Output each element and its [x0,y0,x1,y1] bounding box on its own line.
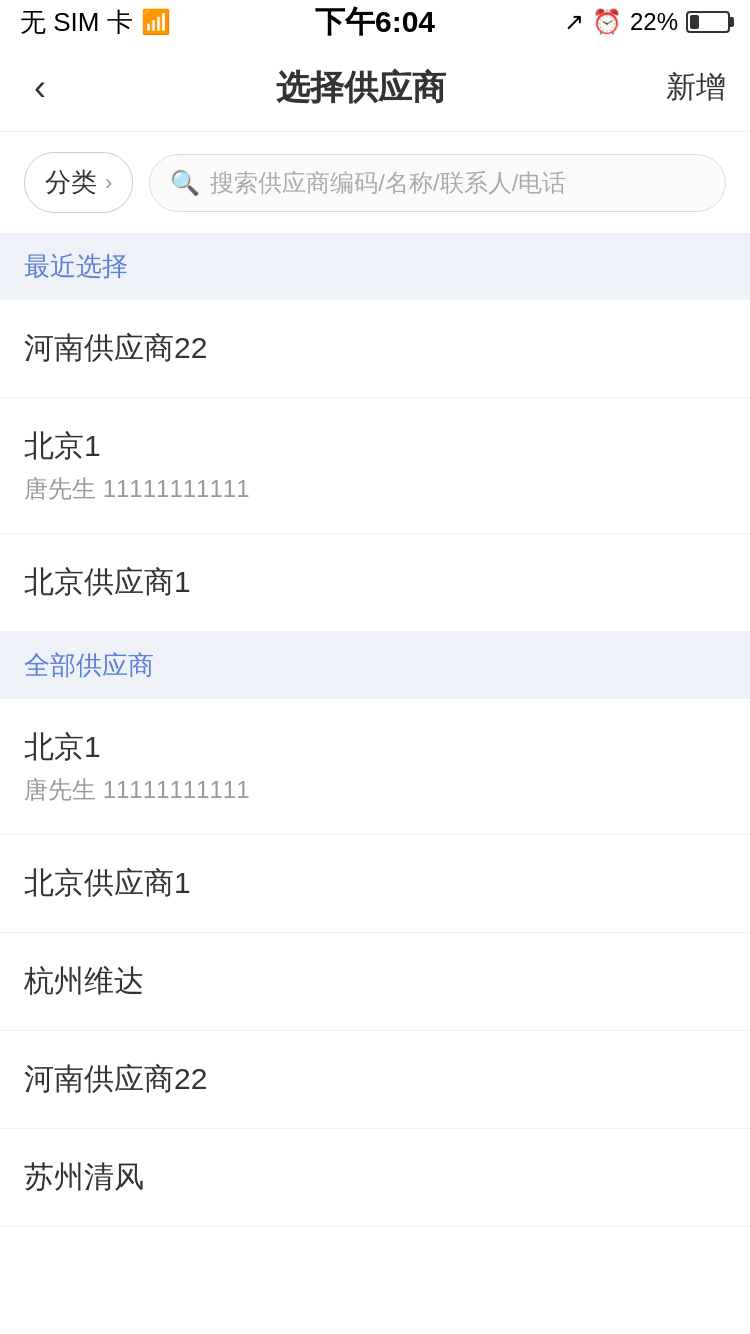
all-section-header: 全部供应商 [0,632,750,699]
page-title: 选择供应商 [276,65,446,111]
list-item[interactable]: 北京1 唐先生 11111111111 [0,398,750,534]
recent-section-header: 最近选择 [0,233,750,300]
nav-bar: ‹ 选择供应商 新增 [0,44,750,132]
item-name: 北京供应商1 [24,863,726,904]
item-name: 北京供应商1 [24,562,726,603]
filter-bar: 分类 › 🔍 搜索供应商编码/名称/联系人/电话 [0,132,750,233]
status-right: ↗ ⏰ 22% [564,8,730,36]
chevron-right-icon: › [105,170,112,196]
recent-label: 最近选择 [24,251,128,281]
item-name: 北京1 [24,727,726,768]
location-icon: ↗ [564,8,584,36]
recent-items-list: 河南供应商22 北京1 唐先生 11111111111 北京供应商1 [0,300,750,632]
search-icon: 🔍 [170,169,200,197]
list-item[interactable]: 河南供应商22 [0,300,750,398]
list-item[interactable]: 苏州清风 [0,1129,750,1227]
back-button[interactable]: ‹ [24,57,56,119]
alarm-icon: ⏰ [592,8,622,36]
list-item[interactable]: 北京供应商1 [0,534,750,632]
category-button[interactable]: 分类 › [24,152,133,213]
all-items-list: 北京1 唐先生 11111111111 北京供应商1 杭州维达河南供应商22 苏州清风 [0,699,750,1227]
item-name: 杭州维达 [24,961,726,1002]
list-item[interactable]: 北京供应商1 [0,835,750,933]
item-detail: 唐先生 11111111111 [24,473,726,505]
list-item[interactable]: 河南供应商22 [0,1031,750,1129]
search-box[interactable]: 🔍 搜索供应商编码/名称/联系人/电话 [149,154,726,212]
list-item[interactable]: 北京1 唐先生 11111111111 [0,699,750,835]
wifi-icon: 📶 [141,8,171,36]
search-placeholder: 搜索供应商编码/名称/联系人/电话 [210,167,566,199]
no-sim-label: 无 SIM 卡 [20,5,133,40]
status-bar: 无 SIM 卡 📶 下午6:04 ↗ ⏰ 22% [0,0,750,44]
add-new-button[interactable]: 新增 [666,67,726,108]
item-name: 苏州清风 [24,1157,726,1198]
item-name: 北京1 [24,426,726,467]
battery-percent: 22% [630,8,678,36]
list-item[interactable]: 杭州维达 [0,933,750,1031]
battery-indicator [686,11,730,33]
status-time: 下午6:04 [315,2,435,43]
status-left: 无 SIM 卡 📶 [20,5,171,40]
category-label: 分类 [45,165,97,200]
item-name: 河南供应商22 [24,1059,726,1100]
item-name: 河南供应商22 [24,328,726,369]
all-label: 全部供应商 [24,650,154,680]
item-detail: 唐先生 11111111111 [24,774,726,806]
